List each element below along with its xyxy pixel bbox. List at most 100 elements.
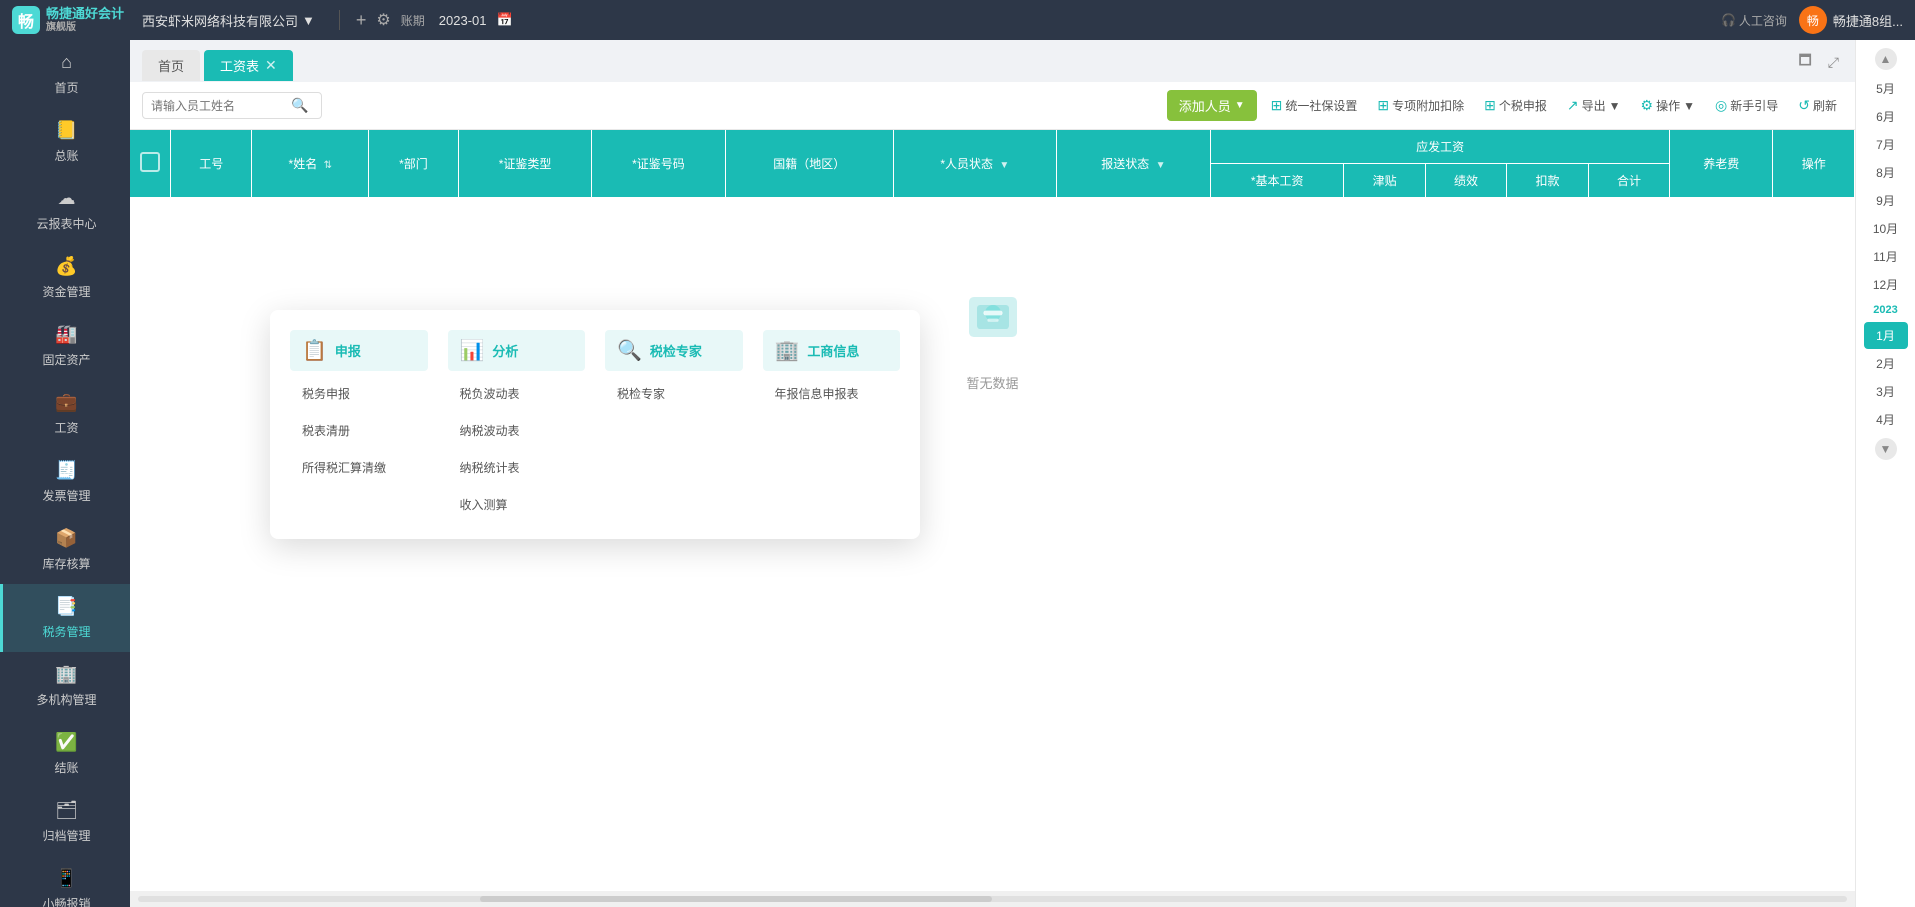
menu-item-tax-statistics[interactable]: 纳税统计表 [448,453,586,482]
month-4[interactable]: 4月 [1864,406,1908,433]
status-filter-icon[interactable]: ▼ [999,160,1009,171]
report-status-filter-icon[interactable]: ▼ [1156,160,1166,171]
period-calendar-icon[interactable]: 📅 [497,12,513,28]
name-sort-icon[interactable]: ⇅ [324,160,332,171]
tax-return-button[interactable]: ⊞ 个税申报 [1478,93,1553,118]
month-3[interactable]: 3月 [1864,378,1908,405]
horizontal-scrollbar[interactable] [138,896,1847,902]
sidebar-item-fund[interactable]: 💰 资金管理 [0,244,130,312]
menu-item-tax-declaration[interactable]: 税务申报 [290,379,428,408]
tax-expert-menu-icon: 🔍 [617,338,642,363]
menu-item-tax-fluctuation[interactable]: 纳税波动表 [448,416,586,445]
month-9[interactable]: 9月 [1864,187,1908,214]
calendar-up-button[interactable]: ▲ [1875,48,1897,70]
add-company-icon[interactable]: + [356,10,367,31]
sidebar-item-cloud-report[interactable]: ☁ 云报表中心 [0,176,130,244]
settings-icon[interactable]: ⚙ [376,10,390,30]
header-emp-no: 工号 [171,130,252,197]
month-2[interactable]: 2月 [1864,350,1908,377]
company-name: 西安虾米网络科技有限公司 [142,11,298,30]
checkout-sidebar-icon: ✅ [55,732,77,753]
special-deduction-button[interactable]: ⊞ 专项附加扣除 [1371,93,1470,118]
search-icon: 🔍 [291,97,308,114]
menu-item-income-settlement[interactable]: 所得税汇算清缴 [290,453,428,482]
user-name: 畅捷通8组... [1833,11,1903,30]
menu-section-tax-expert: 🔍税检专家税检专家 [605,330,743,519]
tab-payroll[interactable]: 工资表 ✕ [204,50,293,81]
add-person-button[interactable]: 添加人员 ▼ [1167,90,1257,121]
app-name: 畅捷通好会计 [46,6,124,22]
new-guide-button[interactable]: ◎ 新手引导 [1709,93,1784,118]
menu-section-declaration: 📋申报税务申报税表清册所得税汇算清缴 [290,330,428,519]
month-12[interactable]: 12月 [1864,271,1908,298]
menu-item-tax-clearance[interactable]: 税表清册 [290,416,428,445]
inventory-sidebar-icon: 📦 [55,528,77,549]
sidebar-item-fixed-assets[interactable]: 🏭 固定资产 [0,312,130,380]
sidebar-item-checkout[interactable]: ✅ 结账 [0,720,130,788]
sidebar-item-home[interactable]: ⌂ 首页 [0,40,130,108]
sidebar-item-archive[interactable]: 🗂 归档管理 [0,788,130,856]
user-info[interactable]: 畅 畅捷通8组... [1799,6,1903,34]
invoice-sidebar-label: 发票管理 [42,487,90,504]
sidebar-item-mini-sales[interactable]: 📱 小畅报销 [0,856,130,907]
search-input[interactable] [151,99,291,113]
cloud-report-sidebar-icon: ☁ [58,188,76,209]
fund-sidebar-label: 资金管理 [42,283,90,300]
month-1[interactable]: 1月 [1864,322,1908,349]
calendar-down-button[interactable]: ▼ [1875,438,1897,460]
header-total: 合计 [1588,164,1669,198]
sidebar-item-tax[interactable]: 📑 税务管理 [0,584,130,652]
export-button[interactable]: ↗ 导出 ▼ [1561,93,1627,118]
empty-illustration [953,277,1033,357]
tax-return-icon: ⊞ [1484,97,1496,114]
menu-item-income-estimate[interactable]: 收入测算 [448,490,586,519]
menu-item-tax-burden[interactable]: 税负波动表 [448,379,586,408]
header-operations: 操作 [1773,130,1855,197]
refresh-button[interactable]: ↺ 刷新 [1792,93,1843,118]
month-10[interactable]: 10月 [1864,215,1908,242]
sidebar-item-invoice[interactable]: 🧾 发票管理 [0,448,130,516]
payroll-sidebar-icon: 💼 [55,392,77,413]
sidebar-item-ledger[interactable]: 📒 总账 [0,108,130,176]
main-layout: ⌂ 首页 📒 总账 ☁ 云报表中心 💰 资金管理 🏭 固定资产 💼 工资 🧾 发… [0,40,1915,907]
period-value: 2023-01 [439,13,487,28]
table-container: 工号 *姓名 ⇅ *部门 *证鉴类型 *证鉴号码 国籍（地区） *人员状态 ▼ … [130,130,1855,891]
tab-close-icon[interactable]: ✕ [265,57,277,74]
social-insurance-button[interactable]: ⊞ 统一社保设置 [1265,93,1364,118]
app-edition: 旗舰版 [46,22,124,34]
home-sidebar-icon: ⌂ [61,52,72,73]
month-8[interactable]: 8月 [1864,159,1908,186]
search-wrap: 🔍 [142,92,322,119]
ledger-sidebar-icon: 📒 [55,120,77,141]
operations-icon: ⚙ [1641,97,1654,114]
menu-item-tax-check[interactable]: 税检专家 [605,379,743,408]
app-logo: 畅 畅捷通好会计 旗舰版 [12,6,124,34]
menu-section-analysis: 📊分析税负波动表纳税波动表纳税统计表收入测算 [448,330,586,519]
payroll-table: 工号 *姓名 ⇅ *部门 *证鉴类型 *证鉴号码 国籍（地区） *人员状态 ▼ … [130,130,1855,197]
tab-home[interactable]: 首页 [142,50,200,81]
payroll-sidebar-label: 工资 [54,419,78,436]
archive-sidebar-icon: 🗂 [55,800,78,821]
sidebar-item-payroll[interactable]: 💼 工资 [0,380,130,448]
tab-restore-icon[interactable]: 🗖 [1794,48,1815,76]
inventory-sidebar-label: 库存核算 [42,555,90,572]
menu-item-annual-report[interactable]: 年报信息申报表 [763,379,901,408]
select-all-checkbox[interactable] [140,152,160,172]
month-11[interactable]: 11月 [1864,243,1908,270]
special-deduction-icon: ⊞ [1377,97,1389,114]
company-selector[interactable]: 西安虾米网络科技有限公司 ▼ [134,7,323,34]
operations-button[interactable]: ⚙ 操作 ▼ [1635,93,1701,118]
multi-org-sidebar-label: 多机构管理 [36,691,96,708]
month-5[interactable]: 5月 [1864,75,1908,102]
sidebar-item-inventory[interactable]: 📦 库存核算 [0,516,130,584]
add-person-dropdown-icon: ▼ [1235,100,1245,111]
tab-maximize-icon[interactable]: ⤢ [1824,52,1843,73]
scrollbar-thumb[interactable] [480,896,993,902]
sidebar-item-multi-org[interactable]: 🏢 多机构管理 [0,652,130,720]
month-6[interactable]: 6月 [1864,103,1908,130]
support-button[interactable]: 🎧 人工咨询 [1721,12,1787,29]
month-7[interactable]: 7月 [1864,131,1908,158]
ledger-sidebar-label: 总账 [54,147,78,164]
year-year2023[interactable]: 2023 [1864,299,1908,321]
header-deduction: 扣款 [1507,164,1588,198]
